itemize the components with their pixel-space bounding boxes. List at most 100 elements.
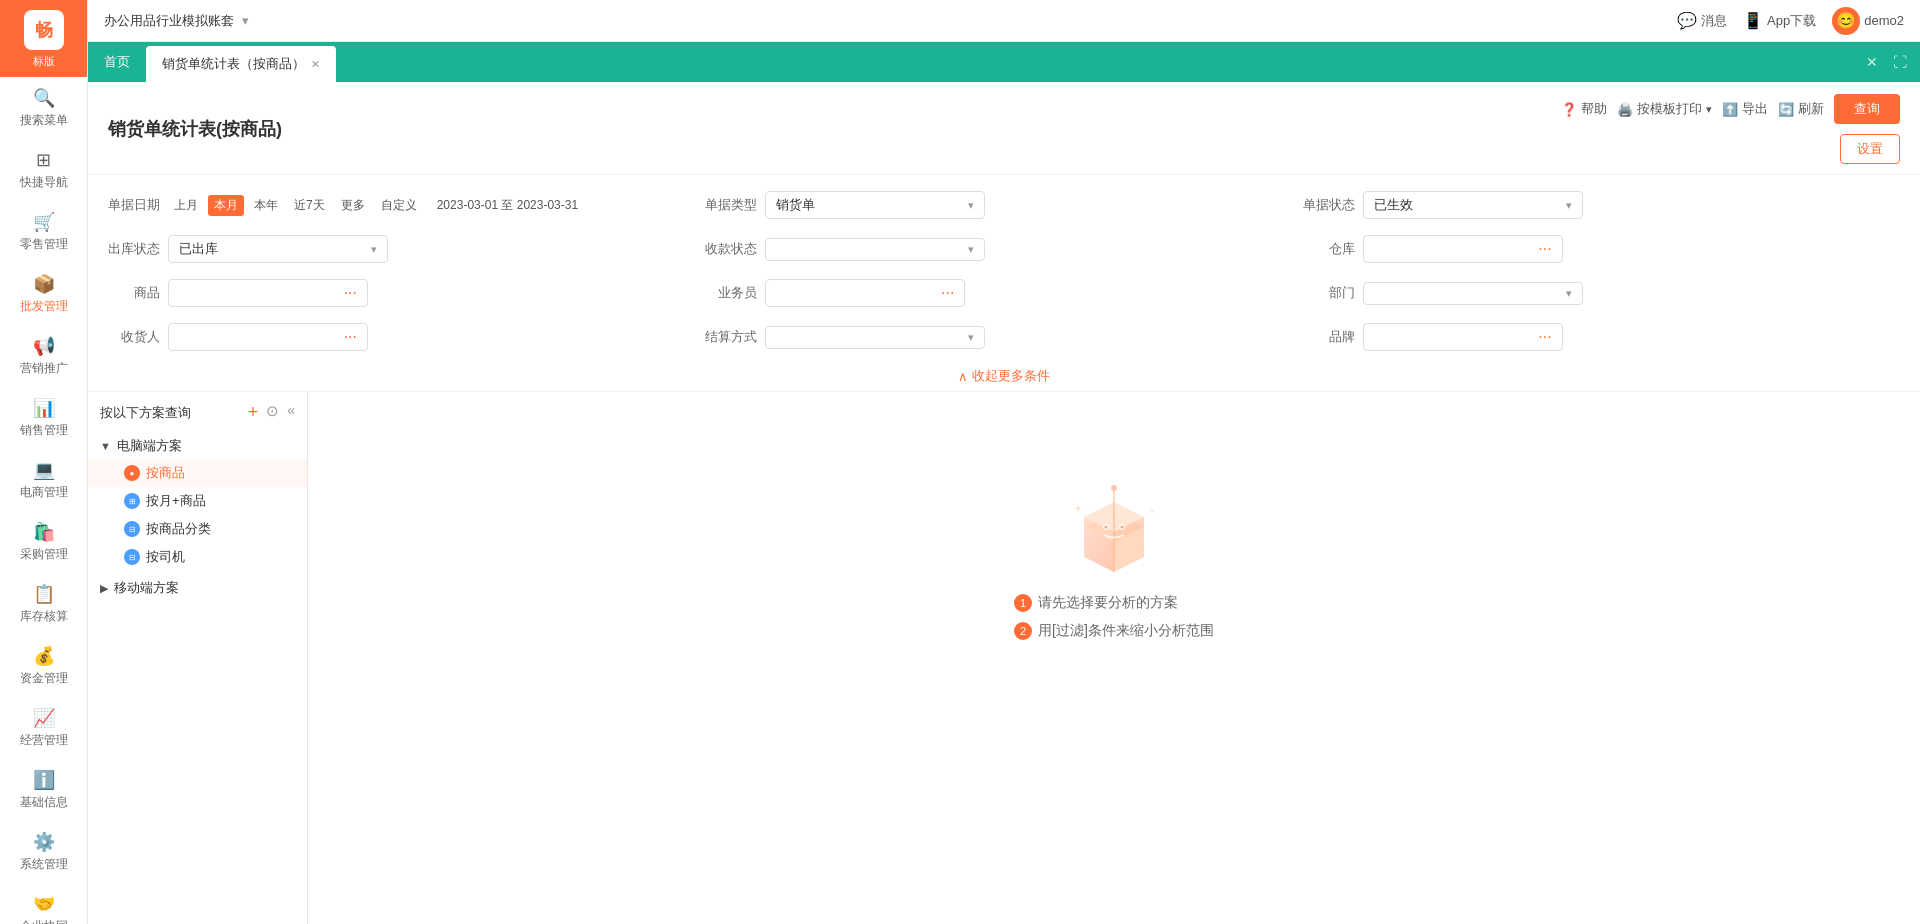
left-panel: 按以下方案查询 + ⊙ « ▼ 电脑端方案 ● 按商品 [88, 392, 308, 924]
date-tab-7days[interactable]: 近7天 [288, 195, 331, 216]
sidebar-item-wholesale[interactable]: 📦 批发管理 [0, 263, 87, 325]
scheme-by-goods[interactable]: ● 按商品 [88, 459, 307, 487]
collapse-filters-button[interactable]: ∧ 收起更多条件 [88, 361, 1920, 391]
desktop-section-header[interactable]: ▼ 电脑端方案 [88, 433, 307, 459]
date-filter-value: 上月 本月 本年 近7天 更多 自定义 2023-03-01 至 2023-03… [168, 195, 705, 216]
order-status-select[interactable]: 已生效 ▾ [1363, 191, 1583, 219]
topbar-industry: 办公用品行业模拟账套 ▾ [104, 12, 249, 30]
svg-text:✦: ✦ [1074, 503, 1082, 514]
collapse-panel-button[interactable]: « [287, 402, 295, 423]
svg-point-9 [1105, 526, 1108, 529]
query-button[interactable]: 查询 [1834, 94, 1900, 124]
settings-scheme-button[interactable]: ⊙ [266, 402, 279, 423]
sidebar-item-sales[interactable]: 📊 销售管理 [0, 387, 87, 449]
refresh-button[interactable]: 🔄 刷新 [1778, 100, 1824, 118]
tab-maximize-button[interactable]: ⛶ [1888, 50, 1912, 74]
sidebar-item-purchase[interactable]: 🛍️ 采购管理 [0, 511, 87, 573]
sidebar-nav: 🔍 搜索菜单 ⊞ 快捷导航 🛒 零售管理 📦 批发管理 📢 营销推广 📊 销售管… [0, 77, 87, 924]
date-tab-current-year[interactable]: 本年 [248, 195, 284, 216]
goods-label: 商品 [108, 284, 168, 302]
tab-home[interactable]: 首页 [88, 42, 146, 82]
by-goods-category-label: 按商品分类 [146, 520, 211, 538]
department-select[interactable]: ▾ [1363, 282, 1583, 305]
order-type-label: 单据类型 [705, 196, 765, 214]
sidebar-item-label: 批发管理 [20, 298, 68, 315]
salesperson-input[interactable]: ··· [765, 279, 965, 307]
sidebar-item-label: 基础信息 [20, 794, 68, 811]
step-2-icon: 2 [1014, 622, 1032, 640]
sidebar-item-operations[interactable]: 📈 经营管理 [0, 697, 87, 759]
message-label: 消息 [1701, 12, 1727, 30]
sidebar-item-label: 搜索菜单 [20, 112, 68, 129]
payment-method-select[interactable]: ▾ [765, 326, 985, 349]
add-scheme-button[interactable]: + [248, 402, 259, 423]
scheme-by-month-goods[interactable]: ⊞ 按月+商品 [88, 487, 307, 515]
warehouse-status-select[interactable]: 已出库 ▾ [168, 235, 388, 263]
sidebar-item-label: 资金管理 [20, 670, 68, 687]
sidebar-item-search[interactable]: 🔍 搜索菜单 [0, 77, 87, 139]
sidebar-logo: 畅 标版 [0, 0, 87, 77]
sidebar-item-marketing[interactable]: 📢 营销推广 [0, 325, 87, 387]
app-download-label: App下载 [1767, 12, 1816, 30]
sidebar-item-basic[interactable]: ℹ️ 基础信息 [0, 759, 87, 821]
help-button[interactable]: ❓ 帮助 [1561, 100, 1607, 118]
recipient-input[interactable]: ··· [168, 323, 368, 351]
user-menu[interactable]: 😊 demo2 [1832, 7, 1904, 35]
scheme-by-goods-category[interactable]: ⊟ 按商品分类 [88, 515, 307, 543]
tab-close-icon[interactable]: ✕ [311, 58, 320, 71]
sidebar-item-system[interactable]: ⚙️ 系统管理 [0, 821, 87, 883]
goods-dots-icon: ··· [344, 284, 357, 302]
date-tab-current-month[interactable]: 本月 [208, 195, 244, 216]
sidebar-item-label: 采购管理 [20, 546, 68, 563]
inventory-icon: 📋 [33, 583, 55, 605]
tabbar: 首页 销货单统计表（按商品） ✕ ✕ ⛶ [88, 42, 1920, 82]
department-filter-cell: 部门 ▾ [1303, 279, 1900, 307]
help-label: 帮助 [1581, 100, 1607, 118]
ecommerce-icon: 💻 [33, 459, 55, 481]
operations-icon: 📈 [33, 707, 55, 729]
help-icon: ❓ [1561, 102, 1577, 117]
avatar: 😊 [1832, 7, 1860, 35]
warehouse-input[interactable]: ··· [1363, 235, 1563, 263]
message-button[interactable]: 💬 消息 [1677, 11, 1727, 30]
by-printer-icon: ⊟ [124, 549, 140, 565]
by-printer-label: 按司机 [146, 548, 185, 566]
brand-filter-cell: 品牌 ··· [1303, 323, 1900, 351]
export-button[interactable]: ⬆️ 导出 [1722, 100, 1768, 118]
order-type-value: 销货单 [776, 196, 815, 214]
date-tab-last-month[interactable]: 上月 [168, 195, 204, 216]
mobile-tree-arrow-icon: ▶ [100, 582, 108, 595]
retail-icon: 🛒 [33, 211, 55, 233]
sidebar-item-ecommerce[interactable]: 💻 电商管理 [0, 449, 87, 511]
tab-close-button[interactable]: ✕ [1860, 50, 1884, 74]
date-tab-custom[interactable]: 自定义 [375, 195, 423, 216]
sidebar-item-retail[interactable]: 🛒 零售管理 [0, 201, 87, 263]
scheme-by-printer[interactable]: ⊟ 按司机 [88, 543, 307, 571]
sidebar-item-inventory[interactable]: 📋 库存核算 [0, 573, 87, 635]
setting-button[interactable]: 设置 [1840, 134, 1900, 164]
basic-icon: ℹ️ [33, 769, 55, 791]
collapse-label: 收起更多条件 [972, 367, 1050, 385]
tab-sales-stat[interactable]: 销货单统计表（按商品） ✕ [146, 46, 336, 82]
goods-input[interactable]: ··· [168, 279, 368, 307]
print-template-button[interactable]: 🖨️ 按模板打印 ▾ [1617, 100, 1712, 118]
sidebar-item-label: 销售管理 [20, 422, 68, 439]
app-download-button[interactable]: 📱 App下载 [1743, 11, 1816, 30]
warehouse-filter-cell: 仓库 ··· [1303, 235, 1900, 263]
svg-text:✦: ✦ [1149, 507, 1156, 516]
empty-step-1: 1 请先选择要分析的方案 [1014, 594, 1214, 612]
sidebar-item-quicknav[interactable]: ⊞ 快捷导航 [0, 139, 87, 201]
payment-status-select[interactable]: ▾ [765, 238, 985, 261]
sidebar-item-finance[interactable]: 💰 资金管理 [0, 635, 87, 697]
order-type-select[interactable]: 销货单 ▾ [765, 191, 985, 219]
sidebar-item-label: 企业协同 [20, 918, 68, 924]
industry-arrow[interactable]: ▾ [242, 13, 249, 28]
mobile-section-header[interactable]: ▶ 移动端方案 [88, 575, 307, 601]
payment-method-filter-cell: 结算方式 ▾ [705, 323, 1302, 351]
brand-input[interactable]: ··· [1363, 323, 1563, 351]
message-icon: 💬 [1677, 11, 1697, 30]
app-download-icon: 📱 [1743, 11, 1763, 30]
date-tab-more[interactable]: 更多 [335, 195, 371, 216]
goods-filter-cell: 商品 ··· [108, 279, 705, 307]
sidebar-item-cooperation[interactable]: 🤝 企业协同 [0, 883, 87, 924]
